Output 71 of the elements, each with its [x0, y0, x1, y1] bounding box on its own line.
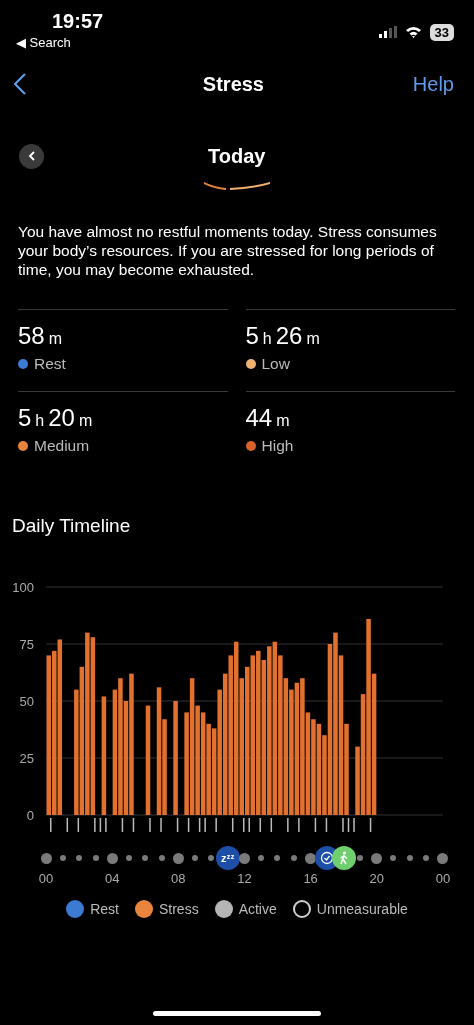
battery-level: 33 [429, 23, 454, 41]
timeline-dot [238, 852, 250, 864]
stat-unit: m [48, 330, 63, 348]
stat-label: High [261, 437, 294, 455]
hour-label: 08 [170, 871, 187, 886]
axis-label: 75 [19, 637, 34, 652]
timeline-dot [125, 855, 132, 861]
timeline-dot [274, 855, 281, 861]
stat-label: Rest [34, 355, 66, 373]
wifi-icon [404, 26, 422, 38]
timeline-dot [390, 855, 397, 861]
stat-value: 26 [275, 322, 303, 350]
axis-label: 25 [19, 751, 34, 766]
timeline-dot [423, 855, 430, 861]
period-title: Today [208, 144, 266, 168]
timeline-dot [40, 852, 52, 864]
stat-label: Medium [34, 437, 90, 455]
previous-day-button[interactable] [19, 143, 44, 169]
hour-label: 16 [302, 871, 319, 886]
timeline-dot [437, 852, 449, 864]
timeline-dot [158, 855, 165, 861]
section-title: Daily Timeline [12, 515, 132, 537]
legend-label: Stress [158, 901, 199, 917]
hour-label: 20 [368, 871, 385, 886]
timeline-dot [357, 855, 364, 861]
stat-value: 5 [245, 322, 259, 350]
help-button[interactable]: Help [412, 72, 454, 96]
timeline-dot [92, 855, 99, 861]
timeline-dot [172, 852, 184, 864]
chevron-left-icon [27, 151, 36, 161]
back-icon[interactable] [14, 73, 26, 95]
timeline-dot [371, 852, 383, 864]
axis-label: 0 [26, 808, 34, 823]
stress-summary: You have almost no restful moments today. Stress consumes your body’s resources. If you are stressed for long periods of time, you may become exhausted. [18, 222, 438, 279]
page-title: Stress [202, 72, 264, 96]
timeline-dot [257, 855, 264, 861]
walking-person-icon [337, 851, 350, 865]
stat-value: 5 [18, 404, 32, 432]
legend-label: Active [238, 901, 277, 917]
stat-value: 20 [48, 404, 75, 432]
timeline-dot [59, 855, 66, 861]
timeline-dot [142, 855, 149, 861]
axis-label: 50 [19, 694, 34, 709]
stat-unit: h [262, 330, 272, 348]
timeline-dot [191, 855, 198, 861]
timeline-dot [106, 852, 118, 864]
stat-value: 58 [18, 322, 45, 350]
stat-value: 44 [245, 404, 273, 432]
back-to-app-link[interactable]: ◀ Search [16, 35, 71, 50]
legend-label: Rest [90, 901, 119, 917]
timeline-dot [290, 855, 297, 861]
timeline-dot [406, 855, 413, 861]
signal-icon [378, 26, 397, 38]
stat-unit: m [78, 412, 93, 430]
timeline-dot [76, 855, 83, 861]
stat-unit: m [276, 412, 290, 430]
gauge-arc-drawing [204, 182, 270, 190]
stat-label: Low [261, 355, 290, 373]
stat-unit: m [306, 330, 320, 348]
legend-label: Unmeasurable [316, 901, 408, 917]
hour-label: 12 [236, 871, 253, 886]
hour-label: 00 [37, 871, 55, 886]
hour-label: 00 [434, 871, 452, 886]
axis-label: 100 [12, 580, 34, 595]
hour-label: 04 [103, 871, 121, 886]
stat-unit: h [35, 412, 45, 430]
sleep-marker[interactable]: zᶻᶻ [215, 846, 240, 870]
activity-marker[interactable] [331, 846, 356, 870]
timeline-dot [305, 852, 316, 864]
timeline-dot [208, 855, 215, 861]
status-time: 19:57 [52, 10, 104, 33]
